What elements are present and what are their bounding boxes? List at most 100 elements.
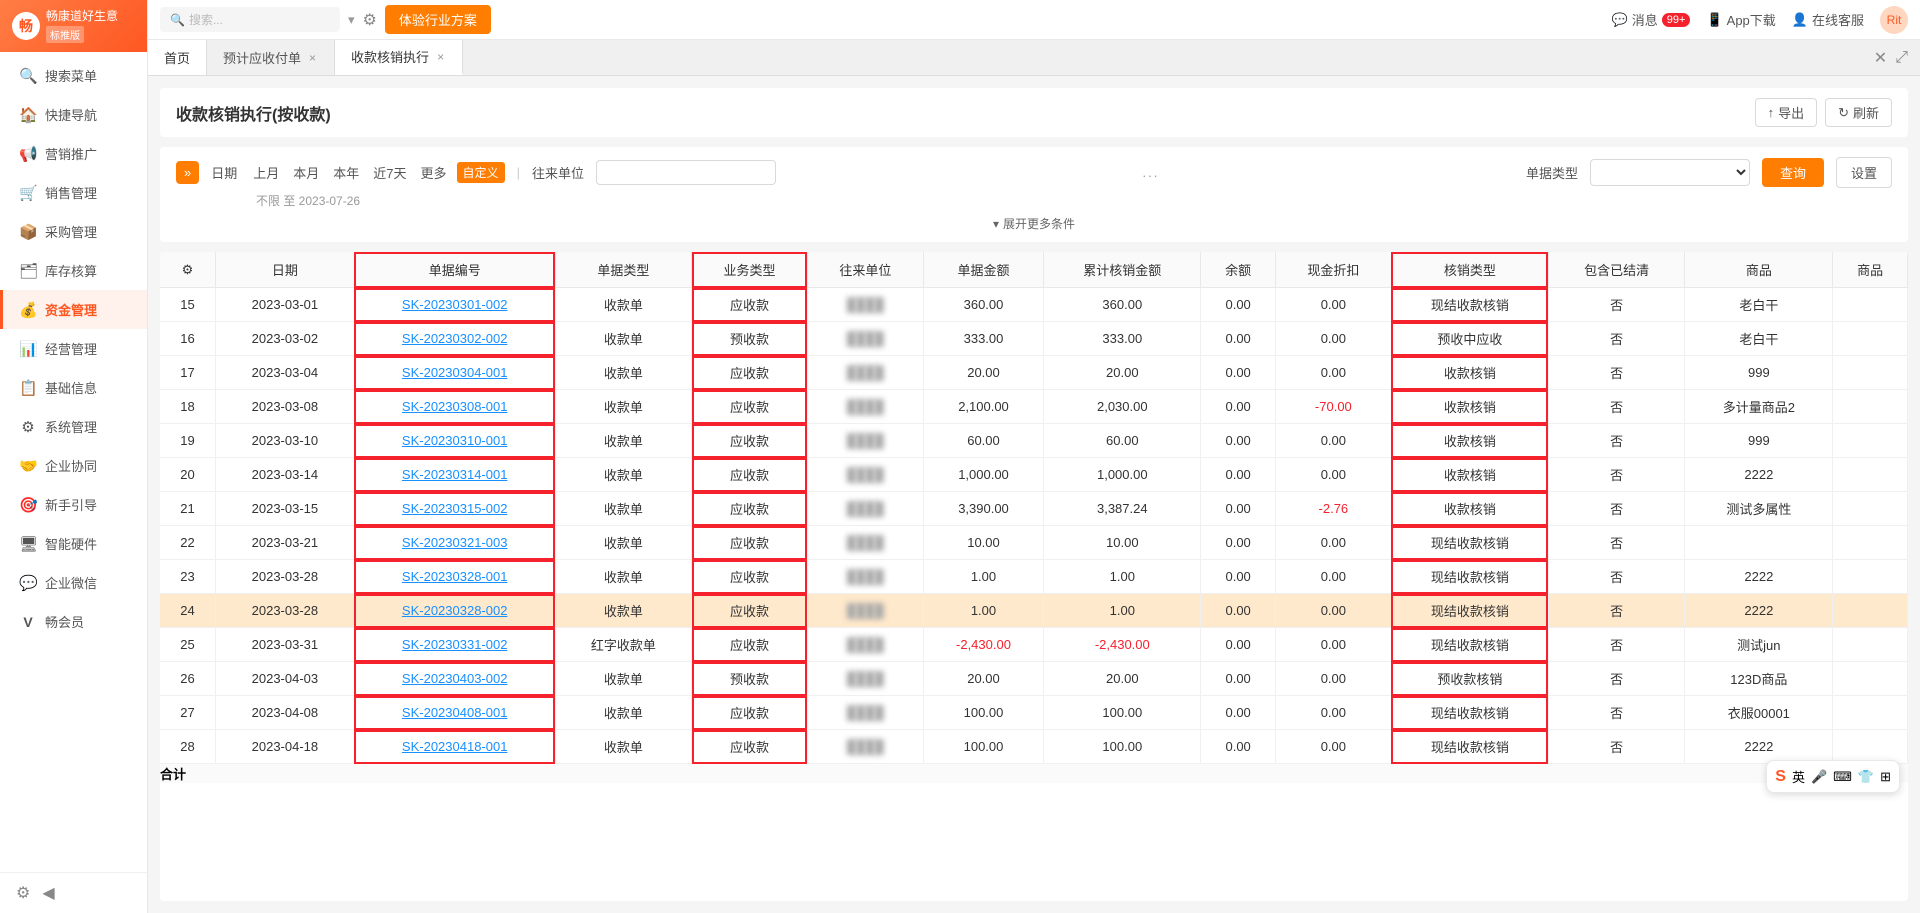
tab-prepay[interactable]: 预计应收付单 ×	[207, 40, 335, 75]
filter-partner-input[interactable]	[596, 160, 776, 185]
filter-expand-btn[interactable]: ▾ 展开更多条件	[993, 215, 1075, 232]
doc-no-link[interactable]: SK-20230321-003	[402, 535, 508, 550]
sidebar-item-hardware[interactable]: 🖥智能硬件	[0, 524, 147, 563]
filter-toggle-btn[interactable]: »	[176, 161, 199, 184]
sidebar-item-base[interactable]: 📋基础信息	[0, 368, 147, 407]
sidebar-item-finance[interactable]: 💰资金管理	[0, 290, 147, 329]
cell-doc-no[interactable]: SK-20230328-002	[354, 594, 555, 628]
topbar-search-box[interactable]: 🔍 搜索...	[160, 7, 340, 32]
settings-button[interactable]: 设置	[1836, 157, 1892, 188]
keyboard-icon[interactable]: ⌨	[1833, 769, 1852, 785]
cell-doc-no[interactable]: SK-20230310-001	[354, 424, 555, 458]
th-settings[interactable]: ⚙	[160, 252, 215, 288]
sidebar-item-purchase[interactable]: 📦采购管理	[0, 212, 147, 251]
mic-icon[interactable]: 🎤	[1811, 769, 1827, 785]
doc-no-link[interactable]: SK-20230403-002	[402, 671, 508, 686]
phone-icon: 📱	[1706, 12, 1722, 28]
filter-doctype-select[interactable]: 收款单 红字收款单	[1590, 159, 1750, 186]
doc-no-link[interactable]: SK-20230328-001	[402, 569, 508, 584]
cell-doc-no[interactable]: SK-20230408-001	[354, 696, 555, 730]
filter-7days[interactable]: 近7天	[369, 161, 410, 184]
doc-no-link[interactable]: SK-20230315-002	[402, 501, 508, 516]
cell-amount: 20.00	[923, 662, 1043, 696]
expand-icon[interactable]: ⤢	[1895, 49, 1908, 67]
collapse-icon[interactable]: ◀	[42, 883, 54, 903]
cell-doc-no[interactable]: SK-20230418-001	[354, 730, 555, 764]
cell-biz-type: 应收款	[692, 594, 808, 628]
user-avatar[interactable]: Rit	[1880, 6, 1908, 34]
tab-home[interactable]: 首页	[148, 40, 207, 75]
doc-no-link[interactable]: SK-20230418-001	[402, 739, 508, 754]
service-item[interactable]: 👤 在线客服	[1792, 10, 1864, 29]
sidebar-item-marketing[interactable]: 📢营销推广	[0, 134, 147, 173]
tab-writeoff-close[interactable]: ×	[435, 50, 446, 64]
cell-doc-no[interactable]: SK-20230314-001	[354, 458, 555, 492]
tab-writeoff-label: 收款核销执行	[351, 47, 429, 66]
tab-writeoff[interactable]: 收款核销执行 ×	[335, 40, 463, 75]
column-settings-icon[interactable]: ⚙	[182, 262, 194, 277]
cell-doc-no[interactable]: SK-20230328-001	[354, 560, 555, 594]
page-area: 收款核销执行(按收款) ↑ 导出 ↻ 刷新 » 日期 上月 本月	[148, 76, 1920, 913]
settings-bottom-icon[interactable]: ⚙	[16, 883, 30, 903]
cell-doc-no[interactable]: SK-20230321-003	[354, 526, 555, 560]
filter-bar: » 日期 上月 本月 本年 近7天 更多 自定义 | 往来单位 ... 单据类型…	[160, 147, 1908, 242]
sidebar-item-operations[interactable]: 📊经营管理	[0, 329, 147, 368]
cell-date: 2023-03-21	[215, 526, 354, 560]
app-download-item[interactable]: 📱 App下载	[1706, 10, 1775, 29]
cell-writeoff-type: 现结收款核销	[1391, 628, 1548, 662]
sidebar-item-system[interactable]: ⚙系统管理	[0, 407, 147, 446]
sidebar-item-member[interactable]: V畅会员	[0, 602, 147, 641]
sidebar-item-inventory[interactable]: 🗂库存核算	[0, 251, 147, 290]
query-button[interactable]: 查询	[1762, 158, 1824, 187]
grid-icon[interactable]: ⊞	[1880, 769, 1891, 785]
filter-this-month[interactable]: 本月	[289, 161, 323, 184]
cell-doc-no[interactable]: SK-20230315-002	[354, 492, 555, 526]
dropdown-arrow[interactable]: ▾	[348, 12, 355, 28]
th-amount: 单据金额	[923, 252, 1043, 288]
sidebar-item-corp[interactable]: 🤝企业协同	[0, 446, 147, 485]
export-button[interactable]: ↑ 导出	[1755, 98, 1818, 127]
tab-prepay-close[interactable]: ×	[307, 51, 318, 65]
filter-custom-btn[interactable]: 自定义	[457, 162, 505, 183]
cell-discount: 0.00	[1275, 730, 1391, 764]
doc-no-link[interactable]: SK-20230310-001	[402, 433, 508, 448]
doc-no-link[interactable]: SK-20230304-001	[402, 365, 508, 380]
doc-no-link[interactable]: SK-20230308-001	[402, 399, 508, 414]
main-area: 🔍 搜索... ▾ ⚙ 体验行业方案 💬 消息 99+ 📱 App下载 👤 在线…	[148, 0, 1920, 913]
doc-no-link[interactable]: SK-20230302-002	[402, 331, 508, 346]
refresh-button[interactable]: ↻ 刷新	[1825, 98, 1892, 127]
cell-date: 2023-03-01	[215, 288, 354, 322]
doc-no-link[interactable]: SK-20230328-002	[402, 603, 508, 618]
gear-icon-topbar[interactable]: ⚙	[363, 10, 377, 30]
sogou-label[interactable]: 英	[1792, 767, 1805, 786]
th-balance: 余额	[1201, 252, 1276, 288]
doc-no-link[interactable]: SK-20230301-002	[402, 297, 508, 312]
filter-this-year[interactable]: 本年	[329, 161, 363, 184]
cell-doc-no[interactable]: SK-20230403-002	[354, 662, 555, 696]
cell-doc-no[interactable]: SK-20230302-002	[354, 322, 555, 356]
cell-biz-type: 应收款	[692, 458, 808, 492]
filter-last-month[interactable]: 上月	[249, 161, 283, 184]
shirt-icon[interactable]: 👕	[1858, 769, 1874, 785]
doc-no-link[interactable]: SK-20230331-002	[402, 637, 508, 652]
filter-more[interactable]: 更多	[417, 161, 451, 184]
cell-doc-no[interactable]: SK-20230331-002	[354, 628, 555, 662]
doc-no-link[interactable]: SK-20230314-001	[402, 467, 508, 482]
close-all-icon[interactable]: ✕	[1874, 48, 1887, 68]
solution-button[interactable]: 体验行业方案	[385, 5, 491, 34]
cell-partner: ████	[807, 424, 923, 458]
sidebar-item-guide[interactable]: 🎯新手引导	[0, 485, 147, 524]
cell-doc-no[interactable]: SK-20230304-001	[354, 356, 555, 390]
sidebar-item-search[interactable]: 🔍搜索菜单	[0, 56, 147, 95]
cell-include-settled: 否	[1548, 696, 1684, 730]
message-item[interactable]: 💬 消息 99+	[1612, 10, 1691, 29]
doc-no-link[interactable]: SK-20230408-001	[402, 705, 508, 720]
cell-date: 2023-03-15	[215, 492, 354, 526]
sidebar-item-wechat[interactable]: 💬企业微信	[0, 563, 147, 602]
cell-doc-no[interactable]: SK-20230301-002	[354, 288, 555, 322]
sidebar-item-quick-nav[interactable]: 🏠快捷导航	[0, 95, 147, 134]
sidebar-item-sales[interactable]: 🛒销售管理	[0, 173, 147, 212]
cell-writeoff-type: 收款核销	[1391, 458, 1548, 492]
cell-doc-no[interactable]: SK-20230308-001	[354, 390, 555, 424]
wechat-icon: 💬	[19, 574, 37, 592]
